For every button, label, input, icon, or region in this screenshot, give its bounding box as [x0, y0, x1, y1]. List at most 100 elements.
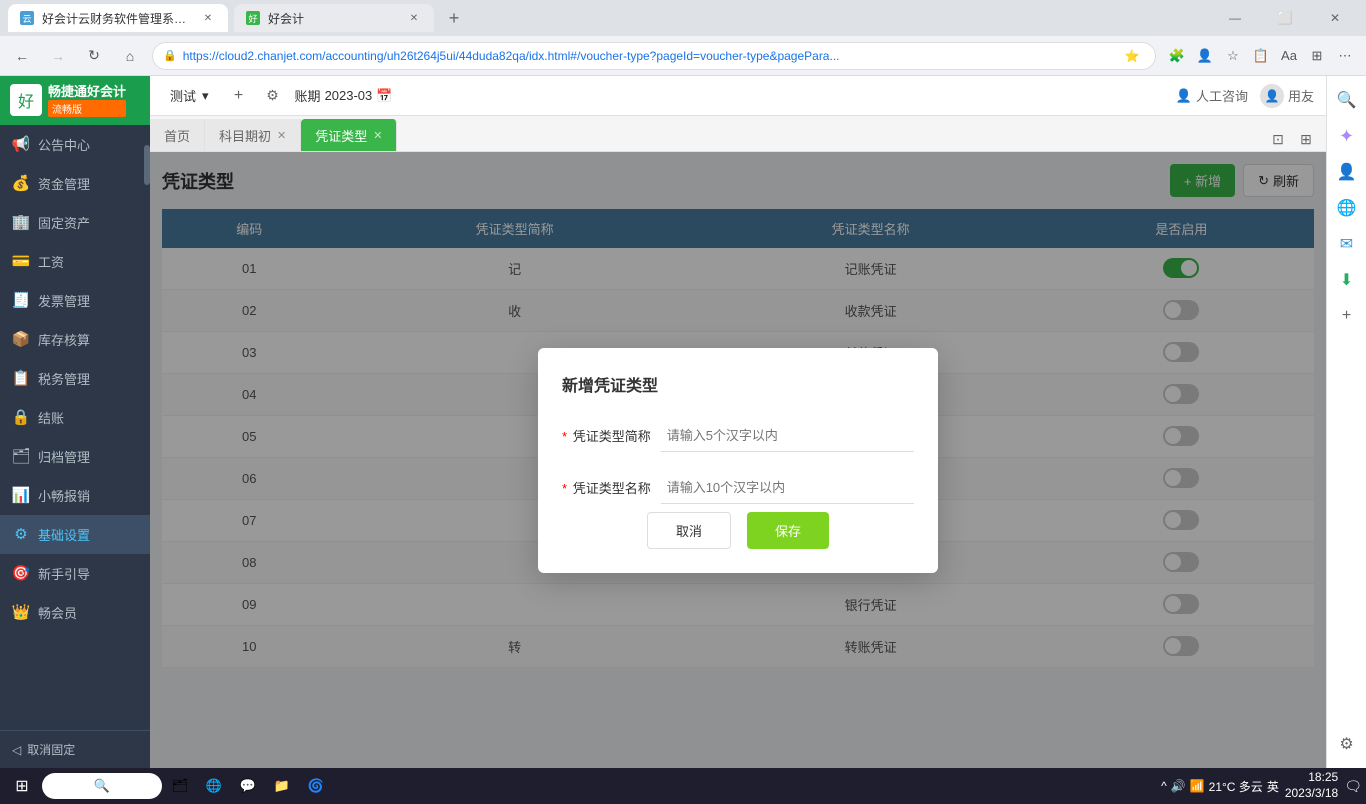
sidebar-item-member[interactable]: 👑 畅会员	[0, 593, 150, 632]
close-button[interactable]: ✕	[1312, 4, 1358, 32]
sidebar-item-finance[interactable]: 💰 资金管理	[0, 164, 150, 203]
taskbar-tasklist[interactable]: 🗂	[164, 770, 196, 802]
notification-icon[interactable]: 🗨	[1344, 778, 1362, 795]
sidebar-item-archive[interactable]: 🗂 归档管理	[0, 437, 150, 476]
right-panel-download[interactable]: ⬇	[1331, 264, 1363, 296]
sidebar-item-guide[interactable]: 🎯 新手引导	[0, 554, 150, 593]
taskbar-explorer[interactable]: 📁	[266, 770, 298, 802]
sidebar-item-announcement[interactable]: 📢 公告中心	[0, 125, 150, 164]
refresh-button[interactable]: ↻	[80, 42, 108, 70]
speaker-icon[interactable]: 🔊	[1171, 779, 1186, 793]
sidebar-item-settings[interactable]: ⚙ 基础设置	[0, 515, 150, 554]
sidebar-item-assets[interactable]: 🏢 固定资产	[0, 203, 150, 242]
add-company-button[interactable]: +	[227, 84, 251, 108]
logo-text-area: 畅捷通好会计 流畅版	[48, 84, 126, 117]
extensions-icon[interactable]: 🧩	[1164, 43, 1190, 69]
consult-icon: 👤	[1176, 88, 1192, 104]
input-abbr[interactable]	[661, 420, 914, 452]
sidebar-cancel-fixed[interactable]: ◁ 取消固定	[0, 730, 150, 768]
sidebar-item-invoice[interactable]: 🧾 发票管理	[0, 281, 150, 320]
taskbar-browser[interactable]: 🌐	[198, 770, 230, 802]
sidebar-logo: 好 畅捷通好会计 流畅版	[0, 76, 150, 125]
taskbar-time[interactable]: 18:25 2023/3/18	[1285, 770, 1338, 801]
sidebar-item-label-member: 畅会员	[38, 603, 77, 622]
tools-icon[interactable]: ⋯	[1332, 43, 1358, 69]
required-mark-name: *	[562, 481, 567, 496]
address-actions: ⭐	[1119, 43, 1145, 69]
modal-actions: 取消 保存	[562, 512, 914, 549]
right-panel-globe[interactable]: 🌐	[1331, 192, 1363, 224]
split-icon[interactable]: ⊞	[1304, 43, 1330, 69]
salary-icon: 💳	[12, 252, 30, 270]
browser-tab-1[interactable]: 云 好会计云财务软件管理系统_会计 ✕	[8, 4, 228, 32]
sys-icons: ^ 🔊 📶 21°C 多云 英	[1161, 778, 1279, 795]
tab-title-2: 好会计	[268, 10, 304, 27]
page-tab-subject[interactable]: 科目期初 ✕	[205, 119, 301, 151]
page-tab-voucher-label: 凭证类型	[315, 126, 367, 145]
right-panel-mail[interactable]: ✉	[1331, 228, 1363, 260]
network-icon[interactable]: 📶	[1190, 779, 1205, 793]
announcement-icon: 📢	[12, 135, 30, 153]
sidebar-item-label-inventory: 库存核算	[38, 330, 90, 349]
taskbar-search[interactable]: 🔍	[42, 773, 162, 799]
up-arrow-icon[interactable]: ^	[1161, 779, 1167, 793]
right-panel-add[interactable]: +	[1331, 300, 1363, 332]
tab-expand-button[interactable]: ⊞	[1294, 127, 1318, 151]
page-tab-home[interactable]: 首页	[150, 119, 205, 151]
maximize-button[interactable]: ⬜	[1262, 4, 1308, 32]
tab-close-1[interactable]: ✕	[200, 10, 216, 26]
tab-minimize-button[interactable]: ⊡	[1266, 127, 1290, 151]
new-tab-button[interactable]: +	[440, 4, 468, 32]
right-panel-search[interactable]: 🔍	[1331, 84, 1363, 116]
assets-icon: 🏢	[12, 213, 30, 231]
sidebar-item-label-close: 结账	[38, 408, 64, 427]
cancel-button[interactable]: 取消	[647, 512, 731, 549]
right-panel-settings[interactable]: ⚙	[1331, 728, 1363, 760]
browser-tab-2[interactable]: 好 好会计 ✕	[234, 4, 434, 32]
start-button[interactable]: ⊞	[4, 770, 40, 802]
topbar-right: 👤 人工咨询 👤 用友	[1176, 84, 1314, 108]
forward-button[interactable]: →	[44, 42, 72, 70]
page-tab-voucher-close[interactable]: ✕	[373, 129, 382, 142]
user-avatar: 👤	[1260, 84, 1284, 108]
profile-icon[interactable]: 👤	[1192, 43, 1218, 69]
taskbar-chat[interactable]: 💬	[232, 770, 264, 802]
save-button[interactable]: 保存	[747, 512, 829, 549]
tab-favicon-2: 好	[246, 11, 260, 25]
sidebar: 好 畅捷通好会计 流畅版 📢 公告中心 💰 资金管理 🏢 固定资产 💳	[0, 76, 150, 768]
user-button[interactable]: 👤 用友	[1260, 84, 1314, 108]
browser-titlebar: 云 好会计云财务软件管理系统_会计 ✕ 好 好会计 ✕ + — ⬜ ✕	[0, 0, 1366, 36]
favorites-icon[interactable]: ☆	[1220, 43, 1246, 69]
page-tab-home-label: 首页	[164, 126, 190, 145]
sidebar-item-tax[interactable]: 📋 税务管理	[0, 359, 150, 398]
consult-button[interactable]: 👤 人工咨询	[1176, 86, 1248, 105]
tab-close-2[interactable]: ✕	[406, 10, 422, 26]
main-content: 凭证类型 + 新增 ↻ 刷新 编码 凭证类型简称 凭证类型名称 是否启用	[150, 152, 1326, 768]
immersive-icon[interactable]: Aa	[1276, 43, 1302, 69]
page-tab-voucher-type[interactable]: 凭证类型 ✕	[301, 119, 397, 151]
right-panel-user[interactable]: 👤	[1331, 156, 1363, 188]
logo-text: 畅捷通好会计	[48, 84, 126, 100]
form-row-name: * 凭证类型名称	[562, 472, 914, 504]
sidebar-item-close[interactable]: 🔒 结账	[0, 398, 150, 437]
sidebar-item-inventory[interactable]: 📦 库存核算	[0, 320, 150, 359]
back-button[interactable]: ←	[8, 42, 36, 70]
collections-icon[interactable]: 📋	[1248, 43, 1274, 69]
page-tab-subject-close[interactable]: ✕	[277, 129, 286, 142]
sidebar-item-label-salary: 工资	[38, 252, 64, 271]
company-settings-button[interactable]: ⚙	[261, 84, 285, 108]
input-name[interactable]	[661, 472, 914, 504]
right-panel-star[interactable]: ✦	[1331, 120, 1363, 152]
time-display: 18:25	[1285, 770, 1338, 786]
member-icon: 👑	[12, 603, 30, 621]
minimize-button[interactable]: —	[1212, 4, 1258, 32]
taskbar-app1[interactable]: 🌀	[300, 770, 332, 802]
page-tab-subject-label: 科目期初	[219, 126, 271, 145]
sidebar-item-report[interactable]: 📊 小畅报销	[0, 476, 150, 515]
sidebar-item-salary[interactable]: 💳 工资	[0, 242, 150, 281]
company-selector[interactable]: 测试 ▾	[162, 82, 217, 109]
address-bar[interactable]: 🔒 https://cloud2.chanjet.com/accounting/…	[152, 42, 1156, 70]
favorite-icon[interactable]: ⭐	[1119, 43, 1145, 69]
sidebar-item-label-guide: 新手引导	[38, 564, 90, 583]
home-button[interactable]: ⌂	[116, 42, 144, 70]
